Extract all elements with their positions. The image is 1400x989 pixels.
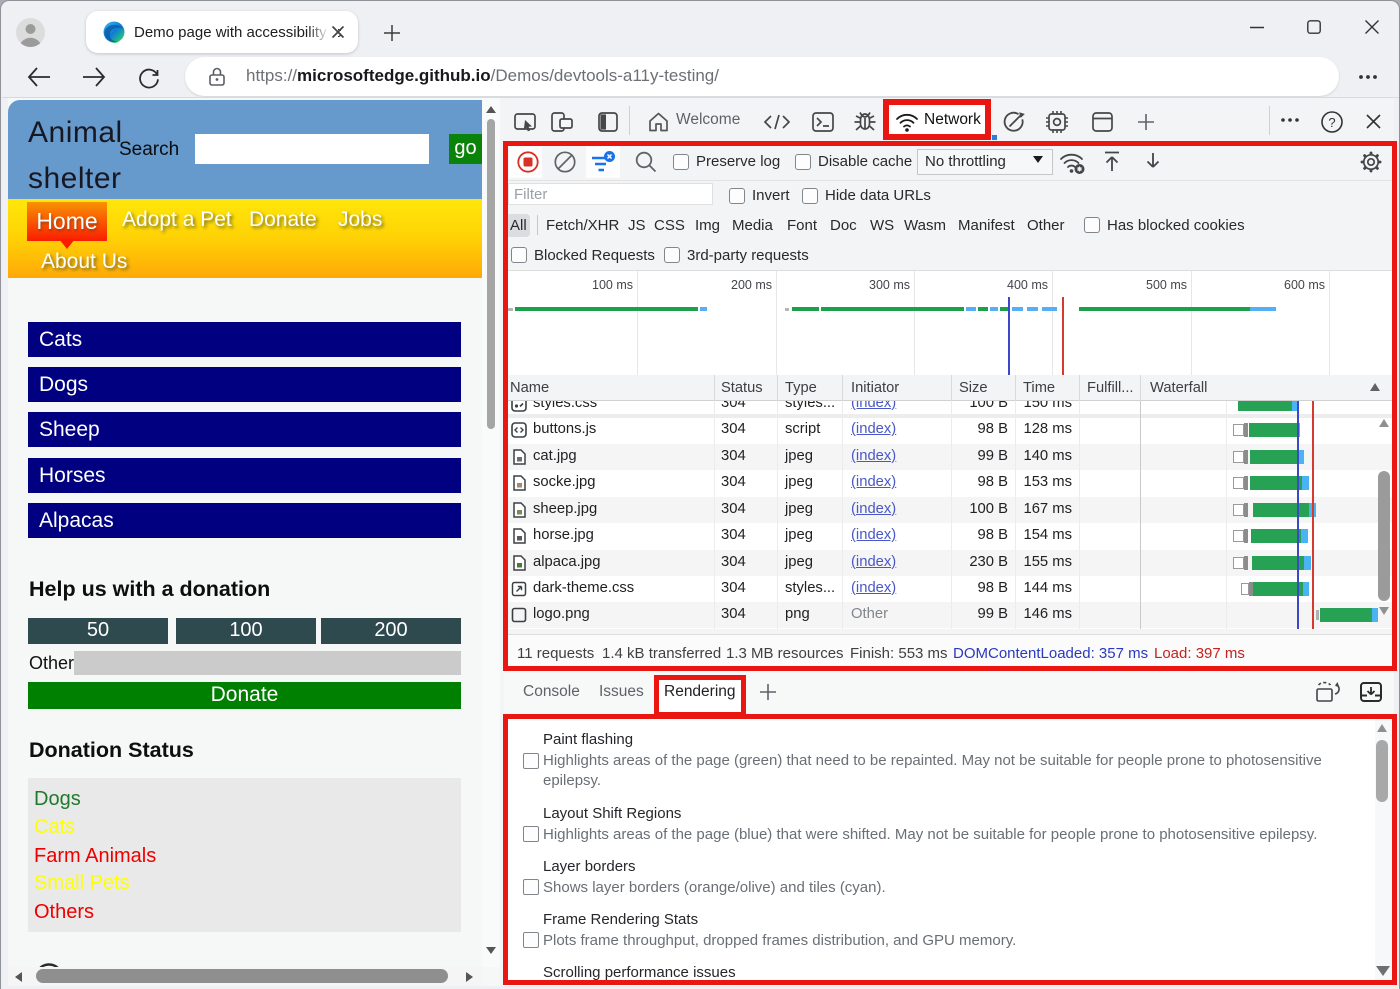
svg-text:?: ? — [1328, 115, 1335, 130]
